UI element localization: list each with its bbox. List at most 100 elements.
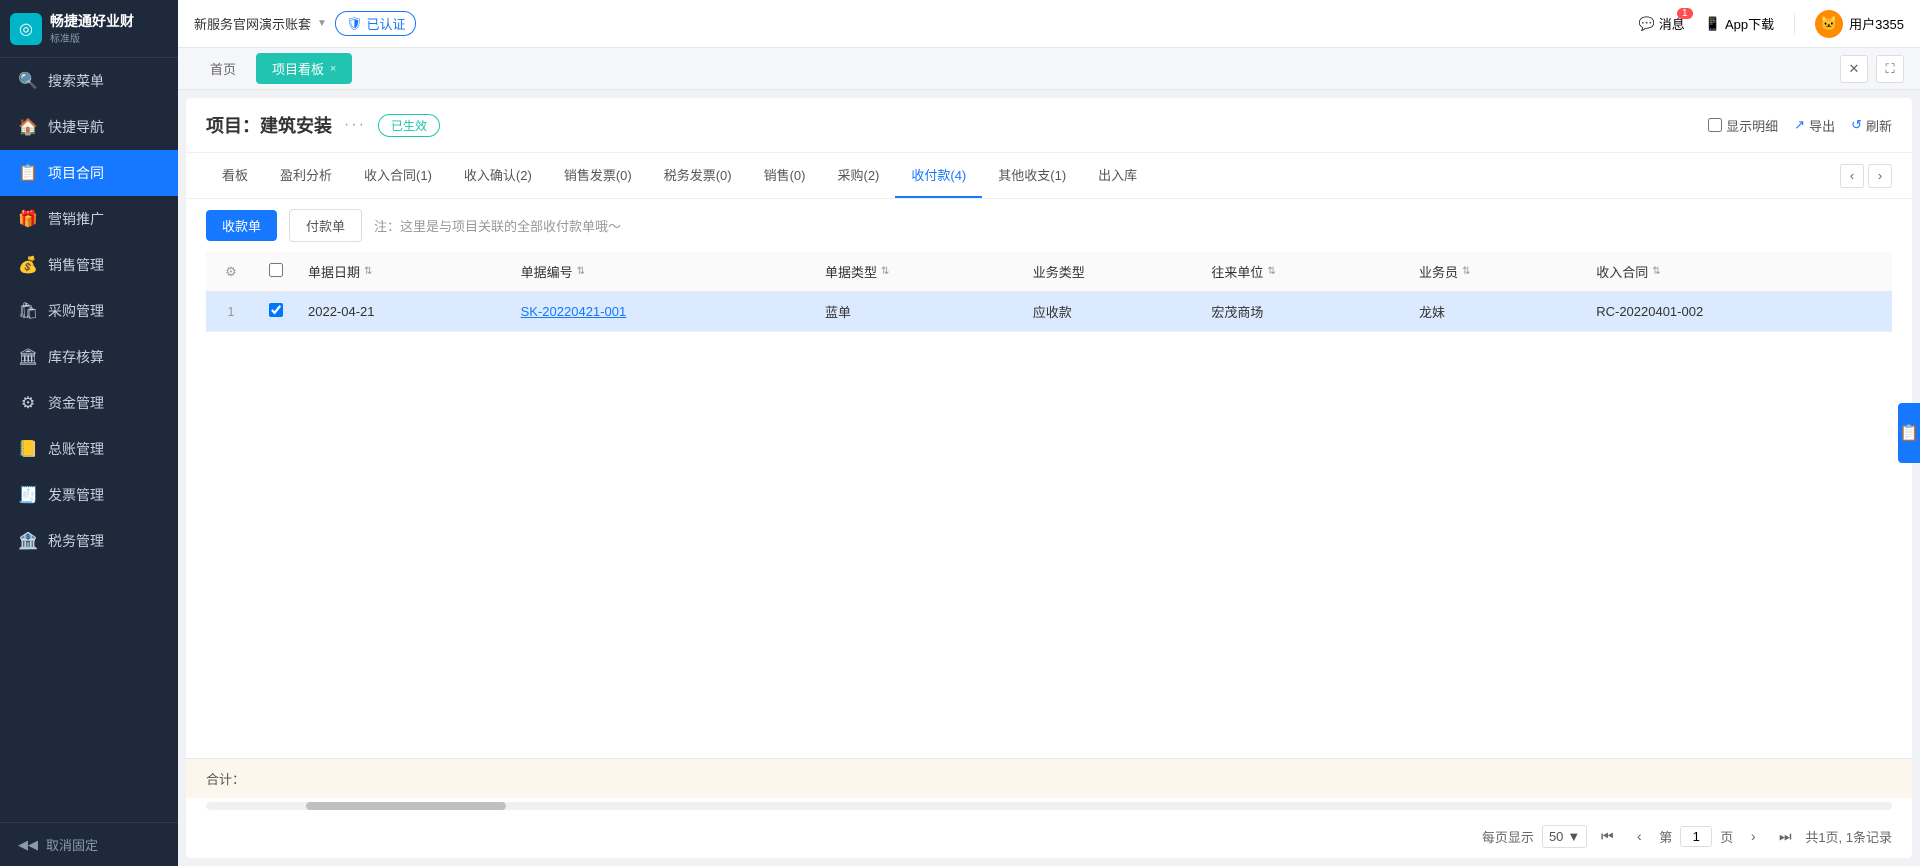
sidebar-item-quick-nav[interactable]: 🏠 快捷导航 <box>0 104 178 150</box>
sub-tab-sales-invoice[interactable]: 销售发票(0) <box>548 153 648 198</box>
th-income-contract[interactable]: 收入合同⇅ <box>1584 252 1892 292</box>
tabs-actions: ✕ ⛶ <box>1840 55 1904 83</box>
sidebar-item-ledger[interactable]: 📒 总账管理 <box>0 426 178 472</box>
topbar-user[interactable]: 🐱 用户3355 <box>1815 10 1904 38</box>
sub-tab-in-out[interactable]: 出入库 <box>1082 153 1153 198</box>
cell-income-contract: RC-20220401-002 <box>1584 292 1892 332</box>
last-page-button[interactable]: ⏭ <box>1773 824 1797 848</box>
close-window-button[interactable]: ✕ <box>1840 55 1868 83</box>
export-action[interactable]: ↗ 导出 <box>1794 116 1835 135</box>
sidebar-item-sales[interactable]: 💰 销售管理 <box>0 242 178 288</box>
first-page-button[interactable]: ⏮ <box>1595 824 1619 848</box>
invoice-icon: 🧾 <box>18 485 38 505</box>
sidebar-item-inventory[interactable]: 🏛 库存核算 <box>0 334 178 380</box>
tabs-bar: 首页 项目看板 × ✕ ⛶ <box>178 48 1920 90</box>
table-body: 1 2022-04-21 SK-20220421-001 蓝单 应收款 宏茂商场… <box>206 292 1892 332</box>
sub-tab-purchase[interactable]: 采购(2) <box>821 153 895 198</box>
project-header: 项目：建筑安装 ··· 已生效 显示明细 ↗ 导出 ↺ 刷新 <box>186 98 1912 153</box>
th-code[interactable]: 单据编号⇅ <box>509 252 813 292</box>
unpin-icon: ◀◀ <box>18 837 38 853</box>
th-date[interactable]: 单据日期⇅ <box>296 252 509 292</box>
pagination: 每页显示 50 ▼ ⏮ ‹ 第 页 › ⏭ 共1页, 1条记录 <box>186 814 1912 858</box>
cell-partner: 宏茂商场 <box>1199 292 1407 332</box>
sub-tabs-next-arrow[interactable]: › <box>1868 164 1892 188</box>
th-settings[interactable]: ⚙ <box>206 252 256 292</box>
current-page-input[interactable] <box>1680 826 1712 847</box>
topbar-account[interactable]: 新服务官网演示账套 ▼ <box>194 14 327 33</box>
row-checkbox[interactable] <box>269 303 283 317</box>
payment-button[interactable]: 付款单 <box>289 209 362 242</box>
sub-tab-income-confirm[interactable]: 收入确认(2) <box>448 153 548 198</box>
topbar-account-name: 新服务官网演示账套 <box>194 14 311 33</box>
mobile-icon: 📱 <box>1705 16 1721 32</box>
message-badge: 1 <box>1677 8 1693 19</box>
refresh-action[interactable]: ↺ 刷新 <box>1851 116 1892 135</box>
sidebar-logo-text: 畅捷通好业财 标准版 <box>50 12 134 45</box>
topbar-messages[interactable]: 💬 消息 1 <box>1639 14 1685 33</box>
sidebar-item-finance[interactable]: ⚙ 资金管理 <box>0 380 178 426</box>
select-all-checkbox[interactable] <box>269 263 283 277</box>
per-page-select[interactable]: 50 ▼ <box>1542 825 1587 848</box>
table-header-row: ⚙ 单据日期⇅ 单据编号⇅ 单据类型⇅ <box>206 252 1892 292</box>
sub-tab-kanban[interactable]: 看板 <box>206 153 264 198</box>
next-page-button[interactable]: › <box>1741 824 1765 848</box>
sidebar-item-marketing[interactable]: 🎁 营销推广 <box>0 196 178 242</box>
sub-tab-income-contract[interactable]: 收入合同(1) <box>348 153 448 198</box>
th-checkbox <box>256 252 296 292</box>
per-page-label: 每页显示 <box>1482 827 1534 846</box>
table-container: ⚙ 单据日期⇅ 单据编号⇅ 单据类型⇅ <box>186 252 1912 758</box>
table-row[interactable]: 1 2022-04-21 SK-20220421-001 蓝单 应收款 宏茂商场… <box>206 292 1892 332</box>
receipt-button[interactable]: 收款单 <box>206 210 277 241</box>
page-suffix: 页 <box>1720 827 1733 846</box>
more-options-icon[interactable]: ··· <box>344 116 366 134</box>
horizontal-scrollbar[interactable] <box>206 802 1892 810</box>
sidebar-footer-unpin[interactable]: ◀◀ 取消固定 <box>0 822 178 866</box>
table-footer: 合计： <box>186 758 1912 798</box>
tab-home[interactable]: 首页 <box>194 53 252 84</box>
sub-tabs: 看板 盈利分析 收入合同(1) 收入确认(2) 销售发票(0) 税务发票(0) … <box>186 153 1912 199</box>
topbar-app-download[interactable]: 📱 App下载 <box>1705 14 1774 33</box>
sub-tab-tax-invoice[interactable]: 税务发票(0) <box>648 153 748 198</box>
scrollbar-thumb[interactable] <box>306 802 506 810</box>
sub-tab-profit[interactable]: 盈利分析 <box>264 153 348 198</box>
toolbar: 收款单 付款单 注：这里是与项目关联的全部收付款单哦～ <box>186 199 1912 252</box>
tab-project-kanban[interactable]: 项目看板 × <box>256 53 352 84</box>
purchase-icon: 🛍 <box>18 301 38 321</box>
show-detail-checkbox[interactable] <box>1708 118 1722 132</box>
per-page-chevron: ▼ <box>1567 829 1580 844</box>
cell-checkbox <box>256 292 296 332</box>
sub-tab-other-expense[interactable]: 其他收支(1) <box>982 153 1082 198</box>
sidebar: ◎ 畅捷通好业财 标准版 🔍 搜索菜单 🏠 快捷导航 📋 项目合同 🎁 营销推广… <box>0 0 178 866</box>
sidebar-item-tax[interactable]: 🏦 税务管理 <box>0 518 178 564</box>
sidebar-item-project-contract[interactable]: 📋 项目合同 <box>0 150 178 196</box>
sidebar-item-search[interactable]: 🔍 搜索菜单 <box>0 58 178 104</box>
sub-tab-sales[interactable]: 销售(0) <box>748 153 822 198</box>
prev-page-button[interactable]: ‹ <box>1627 824 1651 848</box>
search-icon: 🔍 <box>18 71 38 91</box>
expand-window-button[interactable]: ⛶ <box>1876 55 1904 83</box>
right-sidebar-toggle[interactable]: 📋 <box>1898 403 1920 463</box>
tax-icon: 🏦 <box>18 531 38 551</box>
sub-tab-receipt[interactable]: 收付款(4) <box>895 153 982 198</box>
refresh-icon: ↺ <box>1851 117 1862 133</box>
sort-arrow-salesman: ⇅ <box>1462 266 1470 277</box>
th-partner[interactable]: 往来单位⇅ <box>1199 252 1407 292</box>
sidebar-item-invoice[interactable]: 🧾 发票管理 <box>0 472 178 518</box>
show-detail-action[interactable]: 显示明细 <box>1708 116 1778 135</box>
topbar-right: 💬 消息 1 📱 App下载 🐱 用户3355 <box>1639 10 1904 38</box>
shield-icon: 🛡 <box>346 16 363 32</box>
sub-tabs-prev-arrow[interactable]: ‹ <box>1840 164 1864 188</box>
th-salesman[interactable]: 业务员⇅ <box>1407 252 1584 292</box>
sidebar-item-purchase[interactable]: 🛍 采购管理 <box>0 288 178 334</box>
tab-close-icon[interactable]: × <box>330 63 336 75</box>
user-avatar: 🐱 <box>1815 10 1843 38</box>
th-type[interactable]: 单据类型⇅ <box>813 252 1021 292</box>
cell-code[interactable]: SK-20220421-001 <box>509 292 813 332</box>
project-title: 项目：建筑安装 <box>206 112 332 138</box>
cell-salesman: 龙妹 <box>1407 292 1584 332</box>
content-area: 项目：建筑安装 ··· 已生效 显示明细 ↗ 导出 ↺ 刷新 <box>186 98 1912 858</box>
inventory-icon: 🏛 <box>18 347 38 367</box>
sales-icon: 💰 <box>18 255 38 275</box>
project-header-actions: 显示明细 ↗ 导出 ↺ 刷新 <box>1708 116 1892 135</box>
toolbar-note: 注：这里是与项目关联的全部收付款单哦～ <box>374 216 621 235</box>
